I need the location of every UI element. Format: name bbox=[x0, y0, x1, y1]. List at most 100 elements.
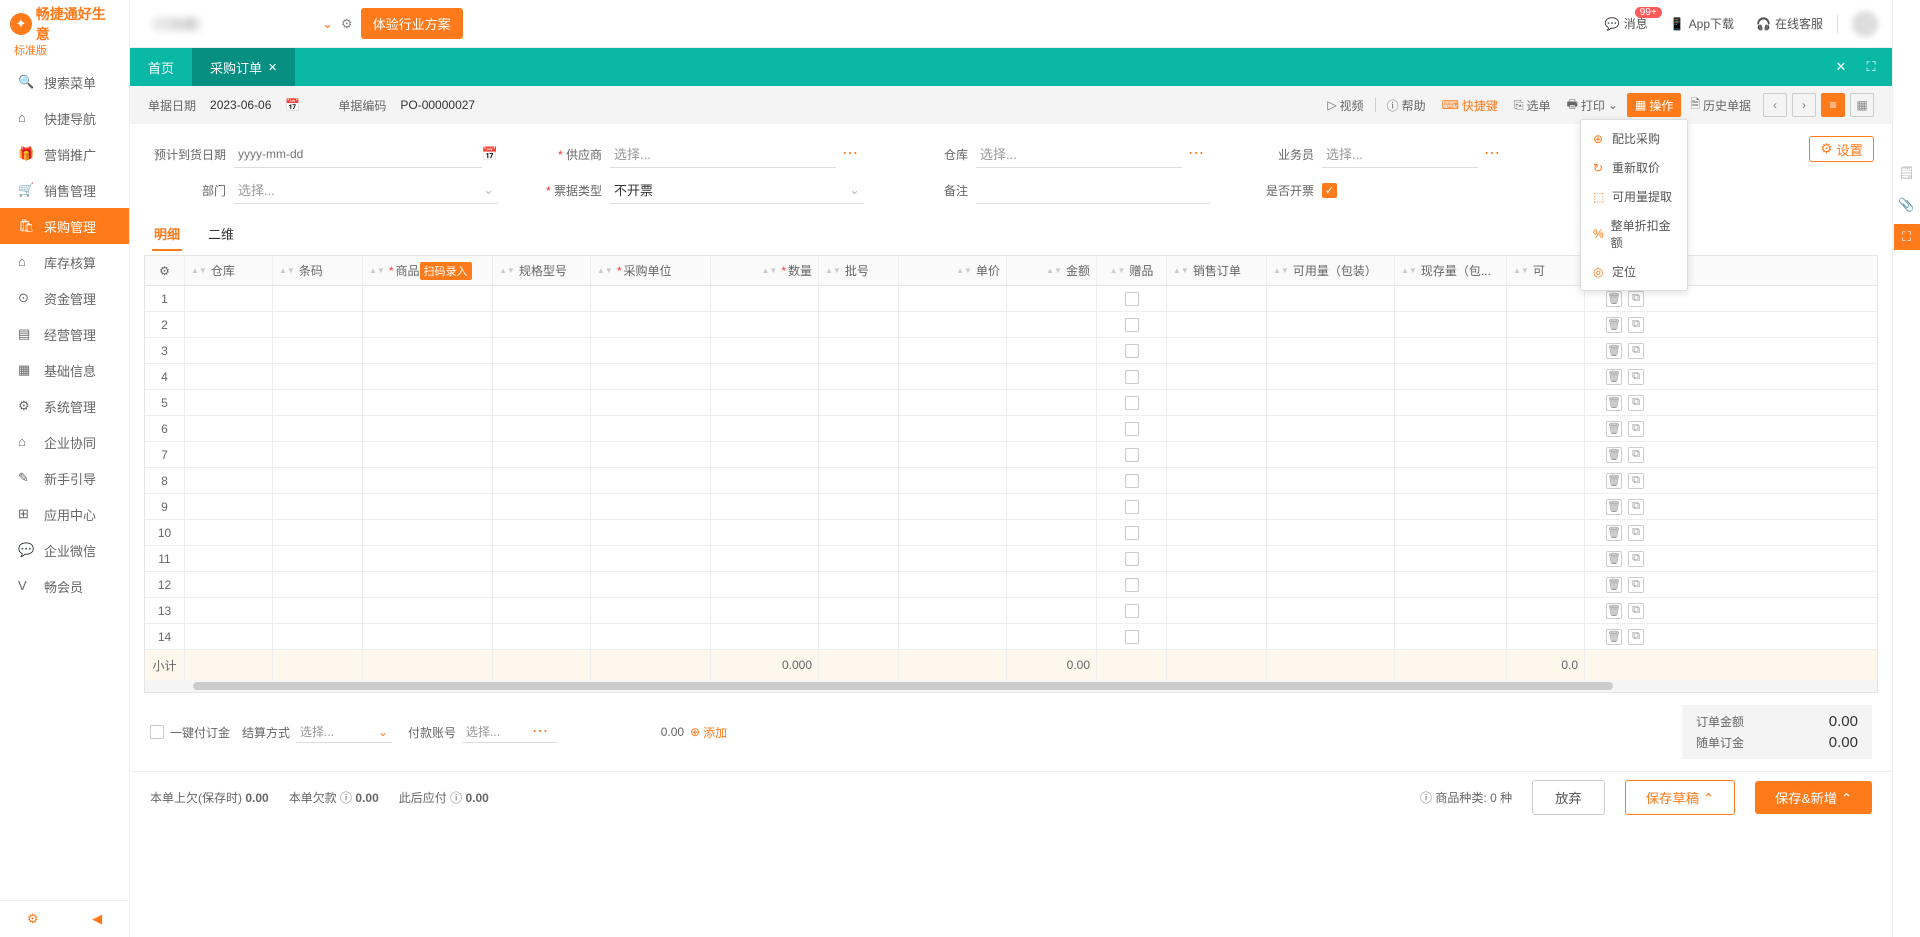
tab-close-icon[interactable]: ✕ bbox=[268, 61, 277, 74]
table-row[interactable]: 9🗑⧉ bbox=[145, 494, 1877, 520]
warehouse-more-icon[interactable]: ⋯ bbox=[1182, 150, 1210, 158]
salesperson-select[interactable]: 选择... bbox=[1322, 140, 1478, 168]
row-delete-icon[interactable]: 🗑 bbox=[1606, 473, 1622, 489]
account-value[interactable]: 0.00 bbox=[564, 725, 684, 739]
row-copy-icon[interactable]: ⧉ bbox=[1628, 421, 1644, 437]
next-doc-button[interactable]: › bbox=[1792, 93, 1816, 117]
col-amount[interactable]: 金额 bbox=[1066, 262, 1090, 279]
row-delete-icon[interactable]: 🗑 bbox=[1606, 525, 1622, 541]
sidebar-item-gear[interactable]: ⚙系统管理 bbox=[0, 388, 129, 424]
messages-link[interactable]: 💬 消息 99+ bbox=[1605, 15, 1648, 32]
ops-button[interactable]: ▦ 操作 bbox=[1627, 93, 1681, 117]
ops-menu-item[interactable]: ↻重新取价 bbox=[1581, 153, 1687, 182]
row-copy-icon[interactable]: ⧉ bbox=[1628, 317, 1644, 333]
rail-note-icon[interactable]: 🗒 bbox=[1894, 160, 1920, 186]
row-copy-icon[interactable]: ⧉ bbox=[1628, 395, 1644, 411]
avatar[interactable] bbox=[1852, 11, 1878, 37]
col-gift[interactable]: 赠品 bbox=[1129, 262, 1153, 279]
app-download-link[interactable]: 📱 App下载 bbox=[1670, 15, 1734, 32]
scan-tag[interactable]: 扫码录入 bbox=[420, 262, 472, 280]
gift-checkbox[interactable] bbox=[1125, 500, 1139, 514]
row-delete-icon[interactable]: 🗑 bbox=[1606, 551, 1622, 567]
row-copy-icon[interactable]: ⧉ bbox=[1628, 343, 1644, 359]
sidebar-item-box[interactable]: ⌂库存核算 bbox=[0, 244, 129, 280]
tab-home[interactable]: 首页 bbox=[130, 48, 192, 86]
sidebar-item-cart[interactable]: 🛒销售管理 bbox=[0, 172, 129, 208]
row-copy-icon[interactable]: ⧉ bbox=[1628, 551, 1644, 567]
sidebar-item-chart[interactable]: ▤经营管理 bbox=[0, 316, 129, 352]
ops-menu-item[interactable]: %整单折扣金额 bbox=[1581, 211, 1687, 257]
sidebar-collapse-icon[interactable]: ◀ bbox=[92, 911, 102, 927]
row-copy-icon[interactable]: ⧉ bbox=[1628, 577, 1644, 593]
gift-checkbox[interactable] bbox=[1125, 344, 1139, 358]
row-copy-icon[interactable]: ⧉ bbox=[1628, 525, 1644, 541]
sidebar-item-bag[interactable]: 🛍采购管理 bbox=[0, 208, 129, 244]
tenant-chevron-icon[interactable]: ⌄ bbox=[322, 16, 333, 32]
col-more[interactable]: 可 bbox=[1533, 262, 1545, 279]
row-copy-icon[interactable]: ⧉ bbox=[1628, 603, 1644, 619]
remark-input[interactable] bbox=[976, 176, 1210, 204]
row-copy-icon[interactable]: ⧉ bbox=[1628, 499, 1644, 515]
support-link[interactable]: 🎧 在线客服 bbox=[1756, 15, 1823, 32]
gift-checkbox[interactable] bbox=[1125, 578, 1139, 592]
settle-select[interactable]: 选择...⌄ bbox=[296, 721, 392, 743]
select-doc-link[interactable]: ⎘ 选单 bbox=[1507, 93, 1558, 117]
row-delete-icon[interactable]: 🗑 bbox=[1606, 343, 1622, 359]
ops-menu-item[interactable]: ◎定位 bbox=[1581, 257, 1687, 286]
sidebar-item-wechat[interactable]: 💬企业微信 bbox=[0, 532, 129, 568]
tab-purchase-order[interactable]: 采购订单 ✕ bbox=[192, 48, 295, 86]
table-row[interactable]: 11🗑⧉ bbox=[145, 546, 1877, 572]
account-more-icon[interactable]: ⋯ bbox=[526, 728, 554, 736]
col-available[interactable]: 可用量（包装） bbox=[1293, 262, 1377, 279]
col-qty[interactable]: 数量 bbox=[781, 262, 812, 279]
gift-checkbox[interactable] bbox=[1125, 630, 1139, 644]
col-warehouse[interactable]: 仓库 bbox=[211, 262, 235, 279]
row-copy-icon[interactable]: ⧉ bbox=[1628, 629, 1644, 645]
tab-fullscreen-icon[interactable]: ⛶ bbox=[1856, 52, 1886, 82]
row-delete-icon[interactable]: 🗑 bbox=[1606, 577, 1622, 593]
gift-checkbox[interactable] bbox=[1125, 370, 1139, 384]
add-account-button[interactable]: ⊕ 添加 bbox=[690, 724, 727, 741]
table-row[interactable]: 2🗑⧉ bbox=[145, 312, 1877, 338]
video-link[interactable]: ▷ 视频 bbox=[1320, 93, 1370, 117]
sidebar-item-coin[interactable]: ⊙资金管理 bbox=[0, 280, 129, 316]
col-price[interactable]: 单价 bbox=[976, 262, 1000, 279]
row-delete-icon[interactable]: 🗑 bbox=[1606, 421, 1622, 437]
supplier-more-icon[interactable]: ⋯ bbox=[836, 150, 864, 158]
doc-date-value[interactable]: 2023-06-06 bbox=[210, 98, 271, 112]
table-row[interactable]: 7🗑⧉ bbox=[145, 442, 1877, 468]
tab-close-all-icon[interactable]: ✕ bbox=[1826, 52, 1856, 82]
sidebar-item-apps[interactable]: ⊞应用中心 bbox=[0, 496, 129, 532]
gift-checkbox[interactable] bbox=[1125, 604, 1139, 618]
row-delete-icon[interactable]: 🗑 bbox=[1606, 499, 1622, 515]
sidebar-item-search[interactable]: 🔍搜索菜单 bbox=[0, 64, 129, 100]
account-select[interactable]: 选择...⋯ bbox=[462, 721, 558, 743]
gift-checkbox[interactable] bbox=[1125, 552, 1139, 566]
dept-select[interactable]: 选择...⌄ bbox=[234, 176, 498, 204]
table-row[interactable]: 6🗑⧉ bbox=[145, 416, 1877, 442]
layout-grid-button[interactable]: ▦ bbox=[1850, 93, 1874, 117]
ops-menu-item[interactable]: ⬚可用量提取 bbox=[1581, 182, 1687, 211]
gift-checkbox[interactable] bbox=[1125, 422, 1139, 436]
shortcut-link[interactable]: ⌨ 快捷键 bbox=[1435, 93, 1505, 117]
col-batch[interactable]: 批号 bbox=[845, 262, 869, 279]
trial-button[interactable]: 体验行业方案 bbox=[361, 8, 463, 39]
sidebar-item-guide[interactable]: ✎新手引导 bbox=[0, 460, 129, 496]
discard-button[interactable]: 放弃 bbox=[1532, 780, 1605, 815]
salesperson-more-icon[interactable]: ⋯ bbox=[1478, 150, 1506, 158]
row-copy-icon[interactable]: ⧉ bbox=[1628, 473, 1644, 489]
sidebar-item-vip[interactable]: V畅会员 bbox=[0, 568, 129, 604]
sidebar-item-db[interactable]: ▦基础信息 bbox=[0, 352, 129, 388]
rail-expand-icon[interactable]: ⛶ bbox=[1894, 224, 1920, 250]
sidebar-item-gift[interactable]: 🎁营销推广 bbox=[0, 136, 129, 172]
sidebar-item-team[interactable]: ⌂企业协同 bbox=[0, 424, 129, 460]
gift-checkbox[interactable] bbox=[1125, 474, 1139, 488]
gift-checkbox[interactable] bbox=[1125, 318, 1139, 332]
row-delete-icon[interactable]: 🗑 bbox=[1606, 447, 1622, 463]
arrive-date-input[interactable] bbox=[234, 140, 482, 168]
ticket-type-select[interactable]: 不开票⌄ bbox=[610, 176, 864, 204]
subtab-detail[interactable]: 明细 bbox=[152, 218, 182, 251]
col-unit[interactable]: 采购单位 bbox=[617, 262, 672, 279]
rail-attach-icon[interactable]: 📎 bbox=[1894, 192, 1920, 218]
col-salesorder[interactable]: 销售订单 bbox=[1193, 262, 1241, 279]
